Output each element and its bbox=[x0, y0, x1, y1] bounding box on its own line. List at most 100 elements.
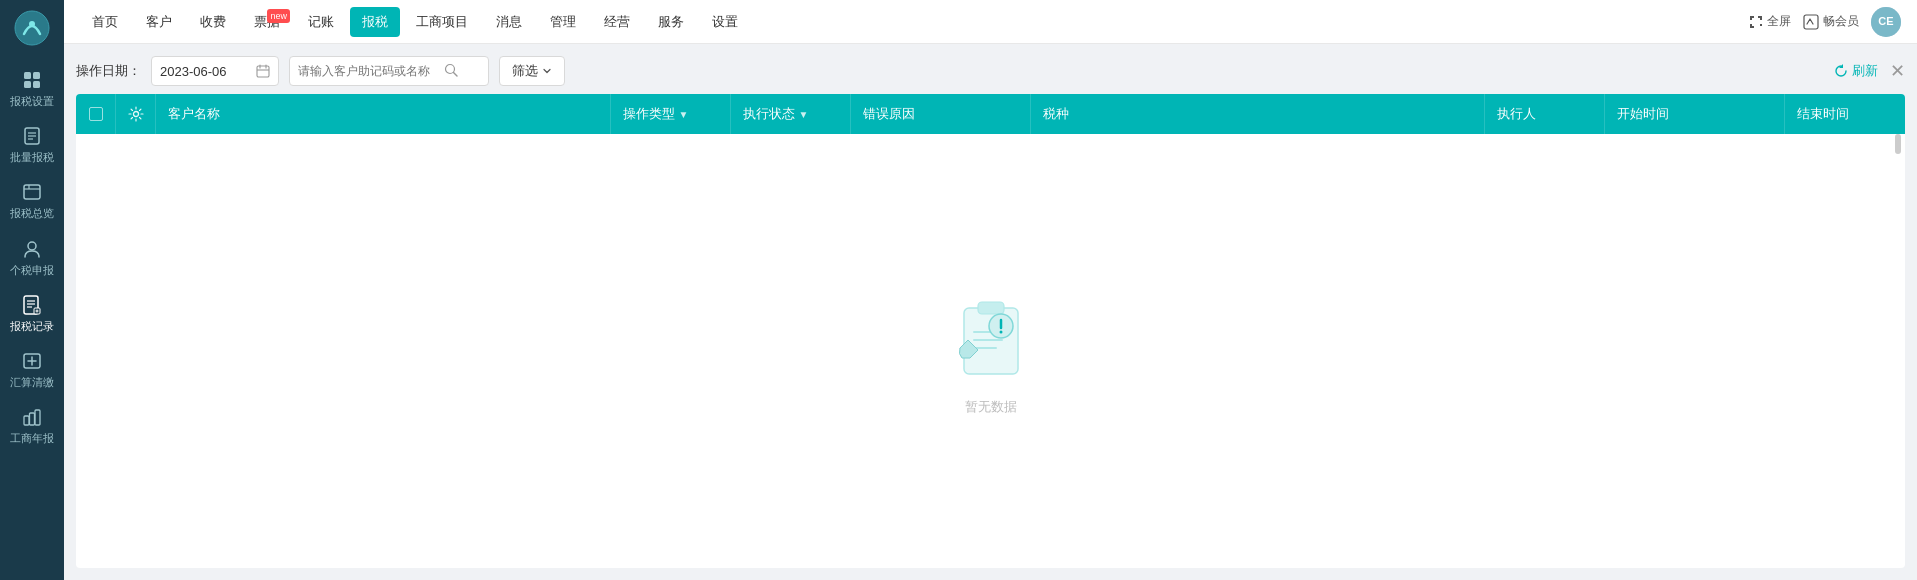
baoshui-jilu-icon bbox=[20, 293, 44, 317]
nav-item-baoshui[interactable]: 报税 bbox=[350, 7, 400, 37]
topnav-right: 全屏 畅会员 CE bbox=[1749, 7, 1901, 37]
select-all-checkbox[interactable] bbox=[89, 107, 103, 121]
nav-item-kehu[interactable]: 客户 bbox=[134, 7, 184, 37]
nav-item-gongshang-xiangmu[interactable]: 工商项目 bbox=[404, 7, 480, 37]
member-label: 畅会员 bbox=[1823, 13, 1859, 30]
date-input[interactable] bbox=[160, 64, 250, 79]
nav-item-fuwu[interactable]: 服务 bbox=[646, 7, 696, 37]
sidebar-item-baoshui-shezhi-label: 报税设置 bbox=[10, 95, 54, 108]
svg-rect-23 bbox=[30, 413, 35, 425]
calendar-icon bbox=[256, 64, 270, 78]
fullscreen-button[interactable]: 全屏 bbox=[1749, 13, 1791, 30]
empty-text: 暂无数据 bbox=[965, 398, 1017, 416]
svg-rect-24 bbox=[35, 410, 40, 425]
filter-button[interactable]: 筛选 bbox=[499, 56, 565, 86]
sort-icon-caozuo: ▼ bbox=[679, 109, 689, 120]
empty-illustration bbox=[946, 286, 1036, 386]
member-icon bbox=[1803, 14, 1819, 30]
toolbar-right: 刷新 ✕ bbox=[1834, 62, 1905, 80]
piliang-baoshui-icon bbox=[20, 124, 44, 148]
sidebar-item-geshuishenbao-label: 个税申报 bbox=[10, 264, 54, 277]
sidebar-item-baoshui-zonglam[interactable]: 报税总览 bbox=[0, 172, 64, 228]
svg-rect-25 bbox=[1804, 15, 1818, 29]
th-checkbox[interactable] bbox=[76, 94, 116, 134]
page-content: 操作日期： bbox=[64, 44, 1917, 580]
svg-point-42 bbox=[999, 331, 1002, 334]
sidebar-item-baoshui-zonglam-label: 报税总览 bbox=[10, 207, 54, 220]
sidebar-item-baoshui-jilu[interactable]: 报税记录 bbox=[0, 285, 64, 341]
svg-point-1 bbox=[29, 21, 35, 27]
filter-chevron-icon bbox=[542, 66, 552, 76]
empty-state: 暂无数据 bbox=[926, 266, 1056, 436]
svg-point-13 bbox=[28, 242, 36, 250]
svg-point-0 bbox=[15, 11, 49, 45]
refresh-label: 刷新 bbox=[1852, 62, 1878, 80]
svg-rect-22 bbox=[24, 416, 29, 425]
svg-rect-28 bbox=[257, 66, 269, 77]
nav-items: 首页 客户 收费 票据 new 记账 报税 工商项目 消息 bbox=[80, 7, 1749, 37]
nav-item-guanli[interactable]: 管理 bbox=[538, 7, 588, 37]
refresh-button[interactable]: 刷新 bbox=[1834, 62, 1878, 80]
svg-rect-4 bbox=[24, 81, 31, 88]
sidebar-item-geshuishenbao[interactable]: 个税申报 bbox=[0, 229, 64, 285]
table-scrollbar[interactable] bbox=[1895, 134, 1901, 154]
table-header: 客户名称 操作类型 ▼ 执行状态 ▼ 错误原因 税种 bbox=[76, 94, 1905, 134]
svg-rect-10 bbox=[24, 185, 40, 199]
sidebar-item-piliang-baoshui[interactable]: 批量报税 bbox=[0, 116, 64, 172]
app-logo bbox=[12, 8, 52, 48]
sidebar: 报税设置 批量报税 报税总览 bbox=[0, 0, 64, 580]
sort-icon-zhixing: ▼ bbox=[799, 109, 809, 120]
th-zhixing-zhuangtai[interactable]: 执行状态 ▼ bbox=[731, 94, 851, 134]
th-cuowu-yuanyin: 错误原因 bbox=[851, 94, 1031, 134]
table-body: 暂无数据 bbox=[76, 134, 1905, 568]
nav-item-shezhi[interactable]: 设置 bbox=[700, 7, 750, 37]
search-wrapper[interactable] bbox=[289, 56, 489, 86]
geshuishenbao-icon bbox=[20, 237, 44, 261]
date-label: 操作日期： bbox=[76, 62, 141, 80]
huisuan-jiaona-icon bbox=[20, 349, 44, 373]
member-button[interactable]: 畅会员 bbox=[1803, 13, 1859, 30]
sidebar-item-piliang-baoshui-label: 批量报税 bbox=[10, 151, 54, 164]
baoshui-shezhi-icon bbox=[20, 68, 44, 92]
sidebar-item-baoshui-shezhi[interactable]: 报税设置 bbox=[0, 60, 64, 116]
svg-rect-2 bbox=[24, 72, 31, 79]
filter-label: 筛选 bbox=[512, 62, 538, 80]
fullscreen-icon bbox=[1749, 15, 1763, 29]
svg-text:CE: CE bbox=[1878, 14, 1893, 26]
search-input[interactable] bbox=[298, 64, 438, 78]
nav-item-jizhang[interactable]: 记账 bbox=[296, 7, 346, 37]
gongshang-nianbao-icon bbox=[20, 405, 44, 429]
nav-item-piaoju[interactable]: 票据 new bbox=[242, 7, 292, 37]
svg-line-33 bbox=[454, 72, 458, 76]
toolbar: 操作日期： bbox=[76, 56, 1905, 86]
th-kehu-mingcheng: 客户名称 bbox=[156, 94, 611, 134]
search-icon[interactable] bbox=[444, 63, 458, 80]
svg-rect-36 bbox=[978, 302, 1004, 314]
sidebar-item-huisuan-jiaona-label: 汇算清缴 bbox=[10, 376, 54, 389]
user-avatar[interactable]: CE bbox=[1871, 7, 1901, 37]
th-gear[interactable] bbox=[116, 94, 156, 134]
table-settings-icon bbox=[128, 106, 144, 122]
nav-item-shouye[interactable]: 首页 bbox=[80, 7, 130, 37]
refresh-icon bbox=[1834, 64, 1848, 78]
close-button[interactable]: ✕ bbox=[1890, 62, 1905, 80]
baoshui-zonglam-icon bbox=[20, 180, 44, 204]
sidebar-item-baoshui-jilu-label: 报税记录 bbox=[10, 320, 54, 333]
sidebar-item-huisuan-jiaona[interactable]: 汇算清缴 bbox=[0, 341, 64, 397]
sidebar-item-gongshang-nianbao[interactable]: 工商年报 bbox=[0, 397, 64, 453]
nav-item-shoufei[interactable]: 收费 bbox=[188, 7, 238, 37]
svg-point-34 bbox=[133, 112, 138, 117]
th-jieshu-shijian: 结束时间 bbox=[1785, 94, 1905, 134]
date-input-wrapper[interactable] bbox=[151, 56, 279, 86]
sidebar-item-gongshang-nianbao-label: 工商年报 bbox=[10, 432, 54, 445]
nav-item-xiaoxi[interactable]: 消息 bbox=[484, 7, 534, 37]
th-shuizhong: 税种 bbox=[1031, 94, 1486, 134]
main-area: 首页 客户 收费 票据 new 记账 报税 工商项目 消息 bbox=[64, 0, 1917, 580]
th-zhixing-ren: 执行人 bbox=[1485, 94, 1605, 134]
content-area: 操作日期： bbox=[64, 44, 1917, 580]
fullscreen-label: 全屏 bbox=[1767, 13, 1791, 30]
top-nav: 首页 客户 收费 票据 new 记账 报税 工商项目 消息 bbox=[64, 0, 1917, 44]
nav-item-jingying[interactable]: 经营 bbox=[592, 7, 642, 37]
svg-rect-5 bbox=[33, 81, 40, 88]
th-caozuo-leixing[interactable]: 操作类型 ▼ bbox=[611, 94, 731, 134]
